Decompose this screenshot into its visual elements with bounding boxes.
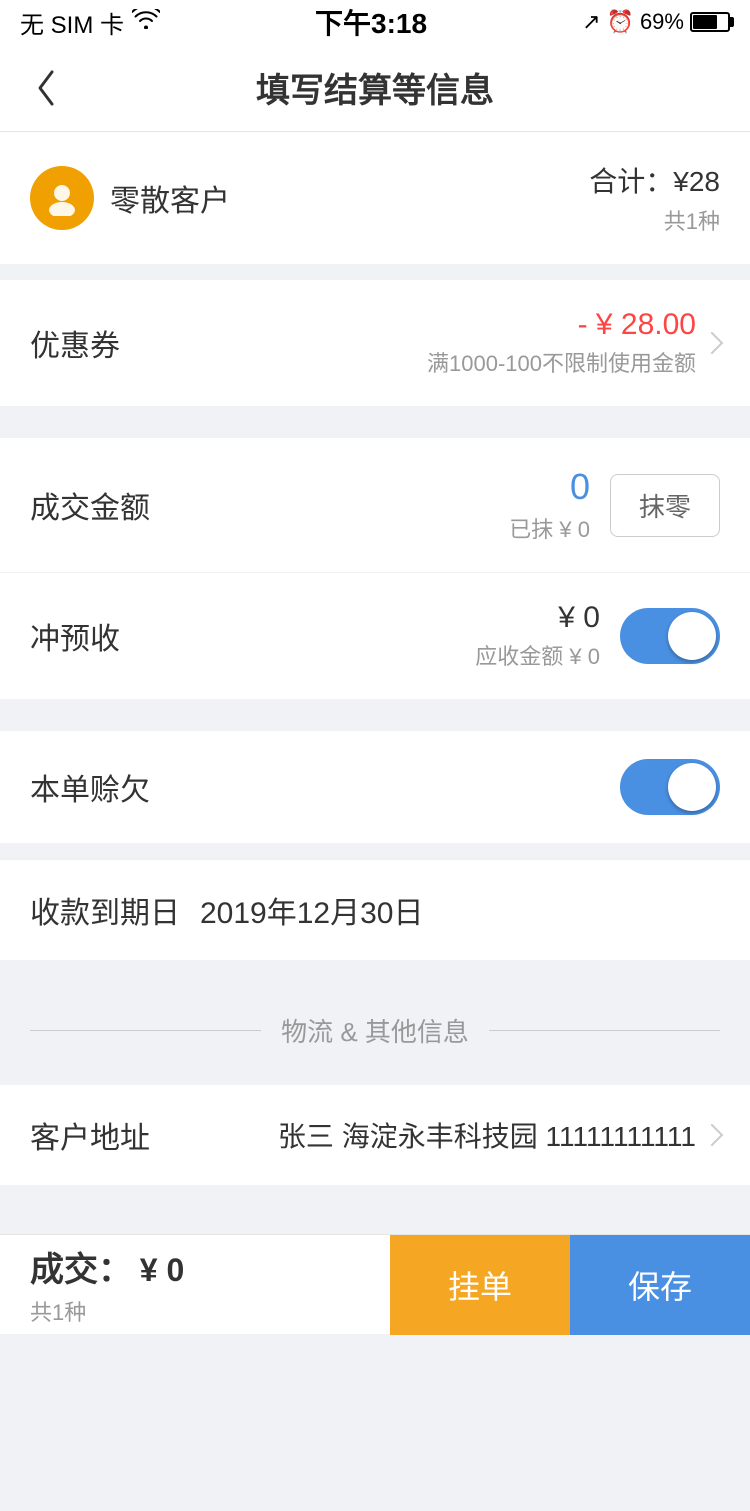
battery-percent: 69%: [640, 9, 684, 35]
customer-row: 零散客户 合计：¥28 共1种: [0, 132, 750, 264]
deal-prefix: 成交：: [30, 1251, 132, 1289]
toggle-knob: [668, 612, 716, 660]
advance-value: ¥ 0: [475, 601, 600, 635]
bottom-deal: 成交： ¥ 0: [30, 1242, 360, 1291]
amount-label: 成交金额: [30, 483, 150, 527]
bottom-count: 共1种: [30, 1295, 360, 1327]
advance-right: ¥ 0 应收金额 ¥ 0: [475, 601, 720, 671]
logistics-label: 客户地址: [30, 1113, 150, 1157]
amount-row: 成交金额 0 已抹 ¥ 0 抹零: [0, 438, 750, 573]
coupon-description: 满1000-100不限制使用金额: [427, 346, 696, 378]
separator-4: [0, 1069, 750, 1085]
separator-1: [0, 422, 750, 438]
status-time: 下午3:18: [315, 2, 427, 42]
wifi-icon: [132, 8, 160, 36]
coupon-info: - ¥ 28.00 满1000-100不限制使用金额: [427, 308, 696, 378]
status-bar: 无 SIM 卡 下午3:18 ↗ ⏰ 69%: [0, 0, 750, 44]
customer-count: 共1种: [589, 204, 720, 236]
battery-icon: [690, 12, 730, 32]
alarm-icon: ⏰: [607, 9, 634, 35]
separator-2: [0, 715, 750, 731]
due-date-row: 收款到期日 2019年12月30日: [30, 888, 720, 932]
coupon-row[interactable]: 优惠券 - ¥ 28.00 满1000-100不限制使用金额: [0, 280, 750, 406]
due-date-section: 收款到期日 2019年12月30日: [0, 859, 750, 960]
due-date-label: 收款到期日: [30, 888, 180, 932]
save-button[interactable]: 保存: [570, 1235, 750, 1335]
pending-button[interactable]: 挂单: [390, 1235, 570, 1335]
page-title: 填写结算等信息: [256, 63, 494, 112]
status-left: 无 SIM 卡: [20, 5, 160, 40]
round-zero-button[interactable]: 抹零: [610, 474, 720, 537]
amount-section: 成交金额 0 已抹 ¥ 0 抹零 冲预收 ¥ 0 应收金额 ¥ 0: [0, 438, 750, 699]
due-date-value: 2019年12月30日: [200, 888, 423, 932]
customer-total: 合计：¥28: [589, 160, 720, 200]
bottom-summary: 成交： ¥ 0 共1种: [0, 1242, 390, 1327]
status-right: ↗ ⏰ 69%: [582, 9, 730, 35]
advance-row: 冲预收 ¥ 0 应收金额 ¥ 0: [0, 573, 750, 699]
amount-value: 0: [570, 466, 590, 507]
advance-amount: ¥ 0 应收金额 ¥ 0: [475, 601, 600, 671]
divider-line: 物流 & 其他信息: [30, 1012, 720, 1049]
advance-toggle[interactable]: [620, 608, 720, 664]
coupon-discount: - ¥ 28.00: [427, 308, 696, 342]
location-icon: ↗: [582, 9, 600, 35]
amount-right: 0 已抹 ¥ 0 抹零: [509, 466, 720, 544]
nav-bar: 填写结算等信息: [0, 44, 750, 132]
carrier-text: 无 SIM 卡: [20, 5, 124, 40]
debt-label: 本单赊欠: [30, 765, 150, 809]
debt-toggle[interactable]: [620, 759, 720, 815]
customer-avatar: [30, 166, 94, 230]
logistics-chevron-icon: [701, 1124, 724, 1147]
chevron-right-icon: [701, 332, 724, 355]
amount-values: 0 已抹 ¥ 0: [509, 466, 590, 544]
coupon-right: - ¥ 28.00 满1000-100不限制使用金额: [427, 308, 720, 378]
customer-name: 零散客户: [110, 176, 230, 220]
deal-value: ¥ 0: [140, 1252, 184, 1288]
logistics-divider: 物流 & 其他信息: [0, 992, 750, 1069]
bottom-bar: 成交： ¥ 0 共1种 挂单 保存: [0, 1234, 750, 1334]
divider-text: 物流 & 其他信息: [281, 1012, 469, 1049]
customer-left: 零散客户: [30, 166, 230, 230]
customer-right: 合计：¥28 共1种: [589, 160, 720, 236]
back-button[interactable]: [24, 66, 68, 110]
logistics-value: 张三 海淀永丰科技园 11111111111: [278, 1115, 696, 1155]
logistics-right: 张三 海淀永丰科技园 11111111111: [278, 1115, 720, 1155]
logistics-section[interactable]: 客户地址 张三 海淀永丰科技园 11111111111: [0, 1085, 750, 1185]
separator-3: [0, 976, 750, 992]
advance-label: 冲预收: [30, 614, 120, 658]
debt-section: 本单赊欠: [0, 731, 750, 843]
amount-sub: 已抹 ¥ 0: [509, 512, 590, 544]
coupon-label: 优惠券: [30, 321, 120, 365]
advance-sub: 应收金额 ¥ 0: [475, 639, 600, 671]
toggle-knob-2: [668, 763, 716, 811]
